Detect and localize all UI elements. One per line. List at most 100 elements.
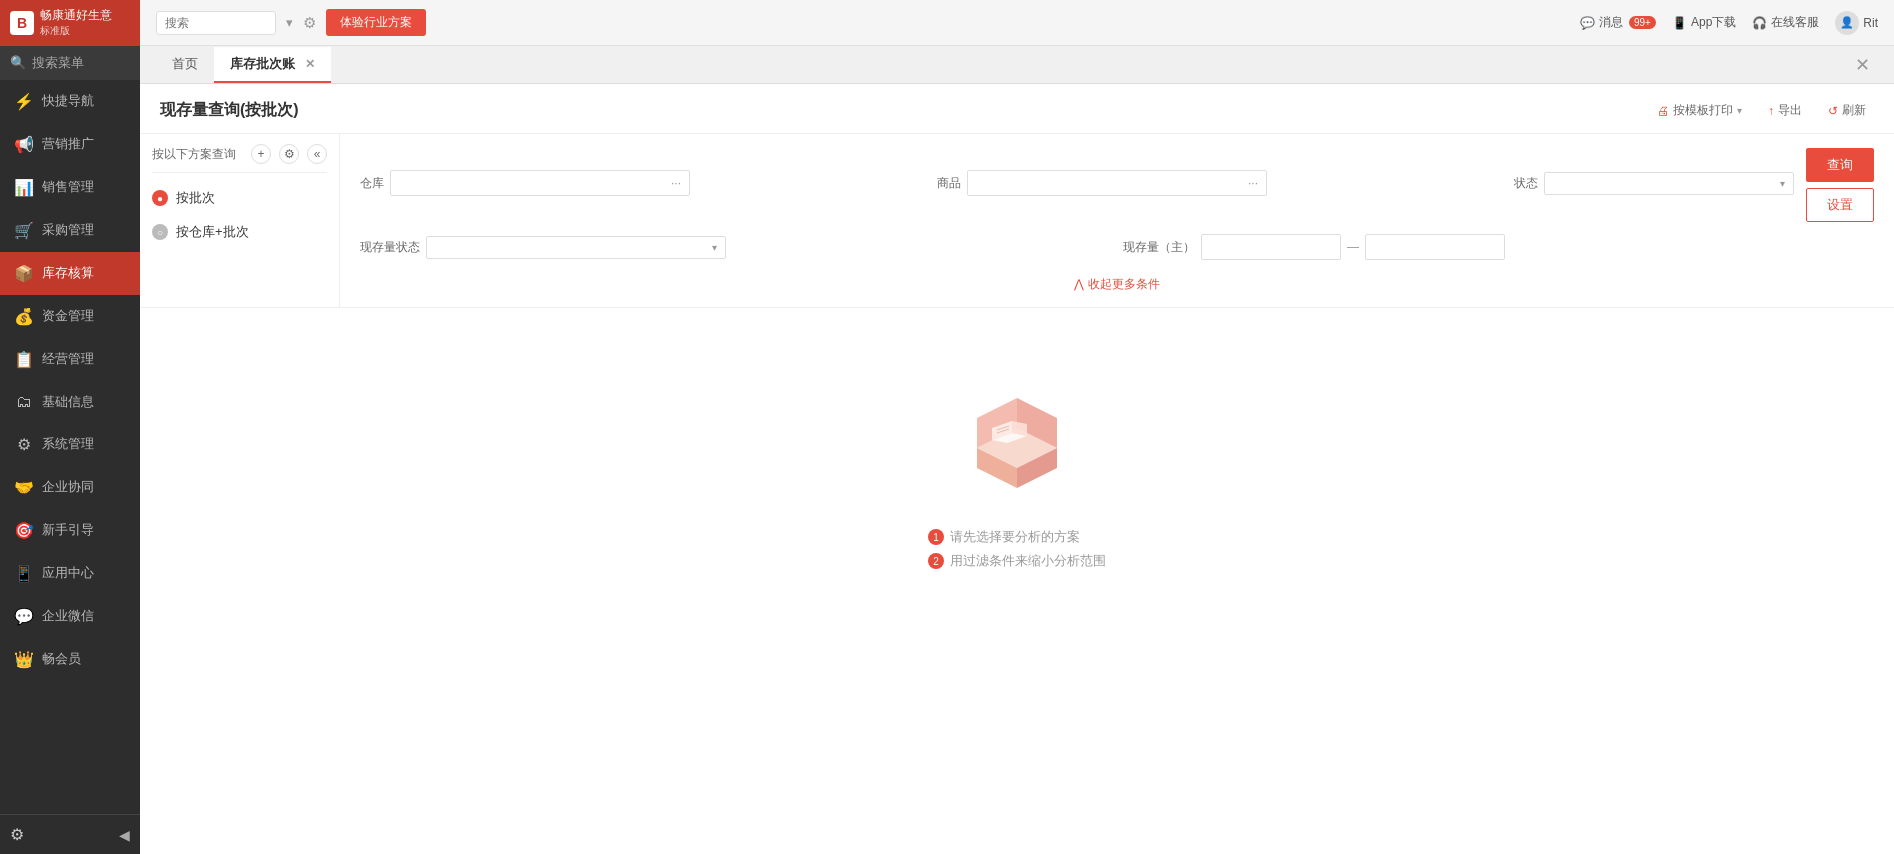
sidebar-item-basics[interactable]: 🗂 基础信息: [0, 381, 140, 423]
sidebar-item-label: 基础信息: [42, 393, 94, 411]
sidebar-item-newbie[interactable]: 🎯 新手引导: [0, 509, 140, 552]
stock-status-dropdown-icon: ▾: [712, 242, 717, 253]
scheme-settings-button[interactable]: ⚙: [279, 144, 299, 164]
filter-group-stock-status: 现存量状态 ▾: [360, 236, 1111, 259]
tab-close-all-button[interactable]: ✕: [1847, 54, 1878, 76]
sidebar-item-marketing[interactable]: 📢 营销推广: [0, 123, 140, 166]
wechat-icon: 💬: [14, 607, 34, 626]
app-logo: B: [10, 11, 34, 35]
topbar-settings-icon[interactable]: ⚙: [303, 14, 316, 32]
tab-home[interactable]: 首页: [156, 47, 214, 83]
sidebar-item-quick-nav[interactable]: ⚡ 快捷导航: [0, 80, 140, 123]
empty-illustration: [957, 388, 1077, 508]
status-select[interactable]: ▾: [1544, 172, 1794, 195]
tab-close-icon[interactable]: ✕: [305, 57, 315, 71]
search-menu[interactable]: 🔍 搜索菜单: [0, 46, 140, 80]
scheme-add-button[interactable]: +: [251, 144, 271, 164]
collapse-more-conditions[interactable]: ⋀ 收起更多条件: [360, 272, 1874, 297]
sidebar-item-sales[interactable]: 📊 销售管理: [0, 166, 140, 209]
scheme-item-by-batch[interactable]: ● 按批次: [140, 181, 339, 215]
sidebar-item-label: 采购管理: [42, 221, 94, 239]
main-area: ▾ ⚙ 体验行业方案 💬 消息 99+ 📱 App下载 🎧 在线客服 👤 Rit: [140, 0, 1894, 854]
scheme-item-by-warehouse-batch[interactable]: ○ 按仓库+批次: [140, 215, 339, 249]
export-button[interactable]: ↑ 导出: [1760, 98, 1810, 123]
finance-icon: 💰: [14, 307, 34, 326]
topbar-dropdown-icon[interactable]: ▾: [286, 15, 293, 30]
goods-more-icon[interactable]: ···: [1248, 176, 1258, 190]
basics-icon: 🗂: [14, 393, 34, 411]
filter-group-warehouse: 仓库 ···: [360, 170, 925, 196]
warehouse-input[interactable]: ···: [390, 170, 690, 196]
messages-label: 消息: [1599, 14, 1623, 31]
purchase-icon: 🛒: [14, 221, 34, 240]
stock-status-select[interactable]: ▾: [426, 236, 726, 259]
scheme-item-label: 按仓库+批次: [176, 223, 249, 241]
tabbar: 首页 库存批次账 ✕ ✕: [140, 46, 1894, 84]
experience-industry-button[interactable]: 体验行业方案: [326, 9, 426, 36]
tab-inventory-batch[interactable]: 库存批次账 ✕: [214, 47, 331, 83]
sidebar-item-inventory[interactable]: 📦 库存核算: [0, 252, 140, 295]
online-service-button[interactable]: 🎧 在线客服: [1752, 14, 1819, 31]
operations-icon: 📋: [14, 350, 34, 369]
sidebar-item-wechat[interactable]: 💬 企业微信: [0, 595, 140, 638]
scheme-panel: 按以下方案查询 + ⚙ « ● 按批次 ○ 按仓库+批次: [140, 134, 340, 307]
settings-footer-icon[interactable]: ⚙: [10, 825, 24, 844]
scheme-header: 按以下方案查询 + ⚙ «: [140, 144, 339, 172]
collab-icon: 🤝: [14, 478, 34, 497]
messages-badge: 99+: [1629, 16, 1656, 29]
query-button[interactable]: 查询: [1806, 148, 1874, 182]
sidebar-item-finance[interactable]: 💰 资金管理: [0, 295, 140, 338]
inventory-icon: 📦: [14, 264, 34, 283]
online-service-label: 在线客服: [1771, 14, 1819, 31]
sidebar-item-purchase[interactable]: 🛒 采购管理: [0, 209, 140, 252]
sidebar-item-label: 企业协同: [42, 478, 94, 496]
export-icon: ↑: [1768, 104, 1774, 118]
marketing-icon: 📢: [14, 135, 34, 154]
sidebar-item-member[interactable]: 👑 畅会员: [0, 638, 140, 681]
print-button[interactable]: 🖨 按模板打印 ▾: [1649, 98, 1750, 123]
settings-button[interactable]: 设置: [1806, 188, 1874, 222]
app-name: 畅康通好生意: [40, 8, 112, 24]
sidebar-header: B 畅康通好生意 标准版: [0, 0, 140, 46]
scheme-collapse-button[interactable]: «: [307, 144, 327, 164]
print-dropdown-icon[interactable]: ▾: [1737, 105, 1742, 116]
search-menu-label: 搜索菜单: [32, 54, 84, 72]
sidebar-item-label: 销售管理: [42, 178, 94, 196]
btn-group: 查询 设置: [1806, 144, 1874, 222]
sidebar-item-appstore[interactable]: 📱 应用中心: [0, 552, 140, 595]
print-icon: 🖨: [1657, 104, 1669, 118]
page-header: 现存量查询(按批次) 🖨 按模板打印 ▾ ↑ 导出 ↺ 刷新: [140, 84, 1894, 134]
warehouse-more-icon[interactable]: ···: [671, 176, 681, 190]
collapse-sidebar-icon[interactable]: ◀: [119, 827, 130, 843]
member-icon: 👑: [14, 650, 34, 669]
app-download-button[interactable]: 📱 App下载: [1672, 14, 1736, 31]
divider: [152, 172, 327, 173]
topbar: ▾ ⚙ 体验行业方案 💬 消息 99+ 📱 App下载 🎧 在线客服 👤 Rit: [140, 0, 1894, 46]
sidebar-item-label: 资金管理: [42, 307, 94, 325]
tip-num-2: 2: [928, 553, 944, 569]
sidebar-item-label: 应用中心: [42, 564, 94, 582]
tip-text-1: 请先选择要分析的方案: [950, 528, 1080, 546]
topbar-search-input[interactable]: [156, 11, 276, 35]
sidebar: B 畅康通好生意 标准版 🔍 搜索菜单 ⚡ 快捷导航 📢 营销推广 📊 销售管理…: [0, 0, 140, 854]
stock-qty-min-input[interactable]: [1201, 234, 1341, 260]
goods-input[interactable]: ···: [967, 170, 1267, 196]
messages-button[interactable]: 💬 消息 99+: [1580, 14, 1656, 31]
sidebar-item-operations[interactable]: 📋 经营管理: [0, 338, 140, 381]
refresh-button[interactable]: ↺ 刷新: [1820, 98, 1874, 123]
status-dropdown-icon: ▾: [1780, 178, 1785, 189]
tab-inventory-batch-label: 库存批次账: [230, 55, 295, 73]
tip-num-1: 1: [928, 529, 944, 545]
filter-group-status: 状态 ▾: [1514, 172, 1794, 195]
search-icon: 🔍: [10, 55, 26, 70]
sidebar-item-system[interactable]: ⚙ 系统管理: [0, 423, 140, 466]
stock-qty-max-input[interactable]: [1365, 234, 1505, 260]
user-profile-button[interactable]: 👤 Rit: [1835, 11, 1878, 35]
topbar-right: 💬 消息 99+ 📱 App下载 🎧 在线客服 👤 Rit: [1580, 11, 1878, 35]
page-actions: 🖨 按模板打印 ▾ ↑ 导出 ↺ 刷新: [1649, 98, 1874, 123]
refresh-icon: ↺: [1828, 104, 1838, 118]
avatar: 👤: [1835, 11, 1859, 35]
app-download-label: App下载: [1691, 14, 1736, 31]
filter-group-stock-qty: 现存量（主） —: [1123, 234, 1874, 260]
sidebar-item-collab[interactable]: 🤝 企业协同: [0, 466, 140, 509]
